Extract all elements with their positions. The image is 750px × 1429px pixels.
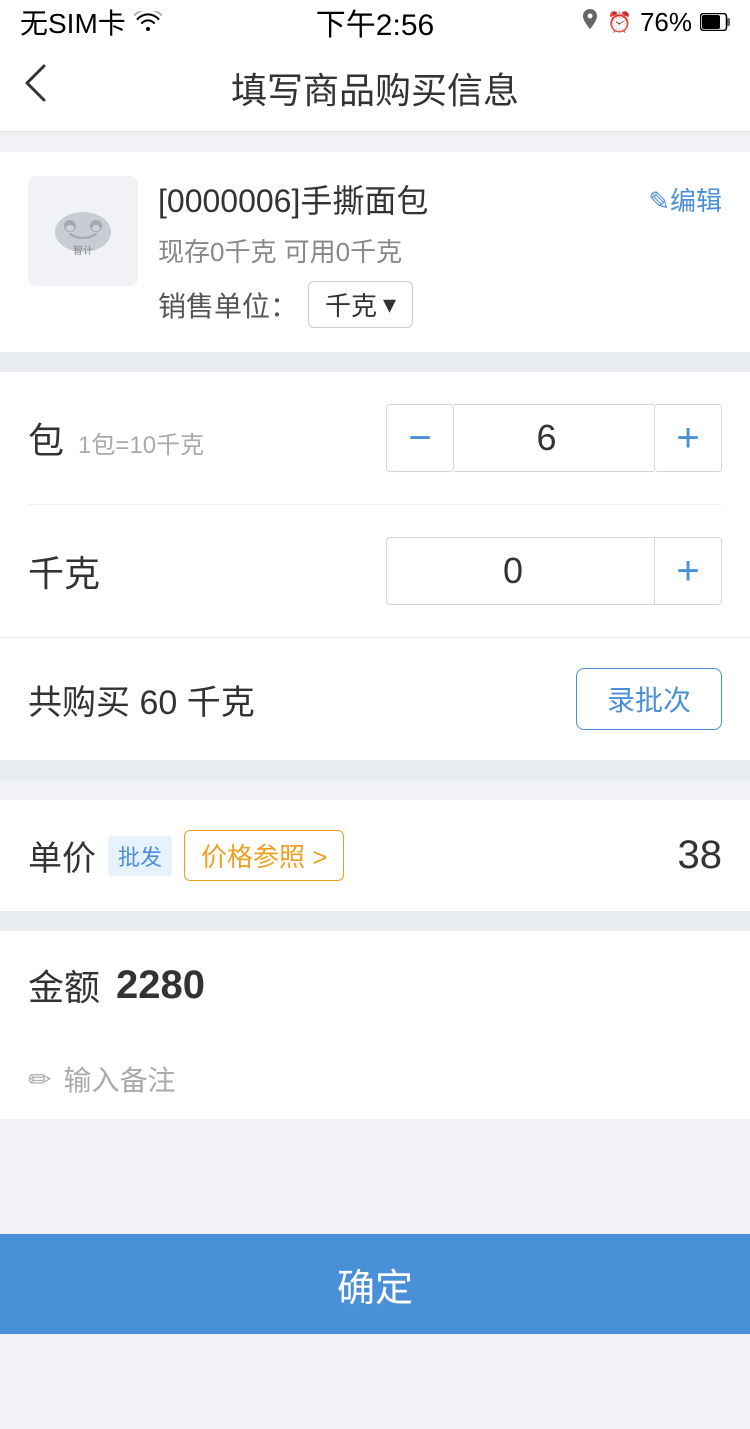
battery-label: 76% (640, 7, 692, 38)
pack-label-sub: 1包=10千克 (78, 425, 204, 460)
note-row[interactable]: ✏ 输入备注 (0, 1039, 750, 1119)
unit-value: 千克 (325, 286, 377, 323)
dropdown-icon: ▾ (383, 289, 396, 320)
alarm-icon: ⏰ (607, 10, 632, 35)
product-info: [0000006]手撕面包 ✎编辑 现存0千克 可用0千克 销售单位： 千克 ▾ (158, 176, 722, 328)
divider-1 (0, 352, 750, 372)
pack-plus-button[interactable]: + (654, 404, 722, 472)
unit-select[interactable]: 千克 ▾ (308, 281, 413, 328)
price-value: 38 (678, 833, 723, 878)
wifi-icon (134, 6, 162, 38)
battery-icon (700, 7, 730, 38)
carrier-label: 无SIM卡 (20, 2, 126, 42)
divider-2 (0, 760, 750, 780)
amount-value: 2280 (116, 963, 205, 1008)
kg-plus-button[interactable]: + (654, 537, 722, 605)
product-unit-row: 销售单位： 千克 ▾ (158, 281, 722, 328)
price-label: 单价 (28, 831, 96, 880)
edit-button[interactable]: ✎编辑 (648, 181, 722, 218)
pack-minus-button[interactable]: − (386, 404, 454, 472)
kg-label-main: 千克 (28, 545, 100, 597)
price-tag: 批发 (108, 836, 172, 876)
product-image: 智计 (28, 176, 138, 286)
page-title: 填写商品购买信息 (231, 62, 519, 114)
price-section: 单价 批发 价格参照 > 38 (0, 800, 750, 911)
pack-label-main: 包 (28, 412, 64, 464)
price-ref-label: 价格参照 > (201, 837, 327, 874)
kg-quantity-control: + (386, 537, 722, 605)
confirm-button[interactable]: 确定 (0, 1234, 750, 1334)
amount-row: 金额 2280 (0, 931, 750, 1039)
price-label-row: 单价 批发 价格参照 > (28, 830, 344, 881)
back-button[interactable] (24, 64, 46, 112)
product-name: [0000006]手撕面包 (158, 176, 428, 222)
pack-label: 包 1包=10千克 (28, 412, 204, 464)
price-ref-button[interactable]: 价格参照 > (184, 830, 344, 881)
quantity-section: 包 1包=10千克 − + 千克 + (0, 372, 750, 637)
amount-section: 金额 2280 ✏ 输入备注 (0, 911, 750, 1119)
status-left: 无SIM卡 (20, 2, 162, 42)
total-section: 共购买 60 千克 录批次 (0, 637, 750, 760)
pencil-icon: ✏ (28, 1063, 51, 1096)
unit-label: 销售单位： (158, 285, 298, 325)
kg-quantity-row: 千克 + (28, 505, 722, 637)
amount-label: 金额 (28, 959, 100, 1011)
kg-quantity-input[interactable] (386, 537, 654, 605)
product-stock: 现存0千克 可用0千克 (158, 232, 722, 269)
status-time: 下午2:56 (316, 0, 434, 44)
status-right: ⏰ 76% (581, 7, 730, 38)
note-placeholder: 输入备注 (63, 1059, 175, 1099)
location-icon (581, 7, 599, 38)
product-card: 智计 [0000006]手撕面包 ✎编辑 现存0千克 可用0千克 销售单位： 千… (0, 152, 750, 352)
pack-quantity-row: 包 1包=10千克 − + (28, 372, 722, 505)
status-bar: 无SIM卡 下午2:56 ⏰ 76% (0, 0, 750, 44)
batch-button[interactable]: 录批次 (576, 668, 722, 730)
nav-bar: 填写商品购买信息 (0, 44, 750, 132)
kg-label: 千克 (28, 545, 100, 597)
total-label: 共购买 60 千克 (28, 675, 255, 724)
pack-quantity-control: − + (386, 404, 722, 472)
svg-text:智计: 智计 (73, 244, 93, 257)
pack-quantity-input[interactable] (454, 404, 654, 472)
